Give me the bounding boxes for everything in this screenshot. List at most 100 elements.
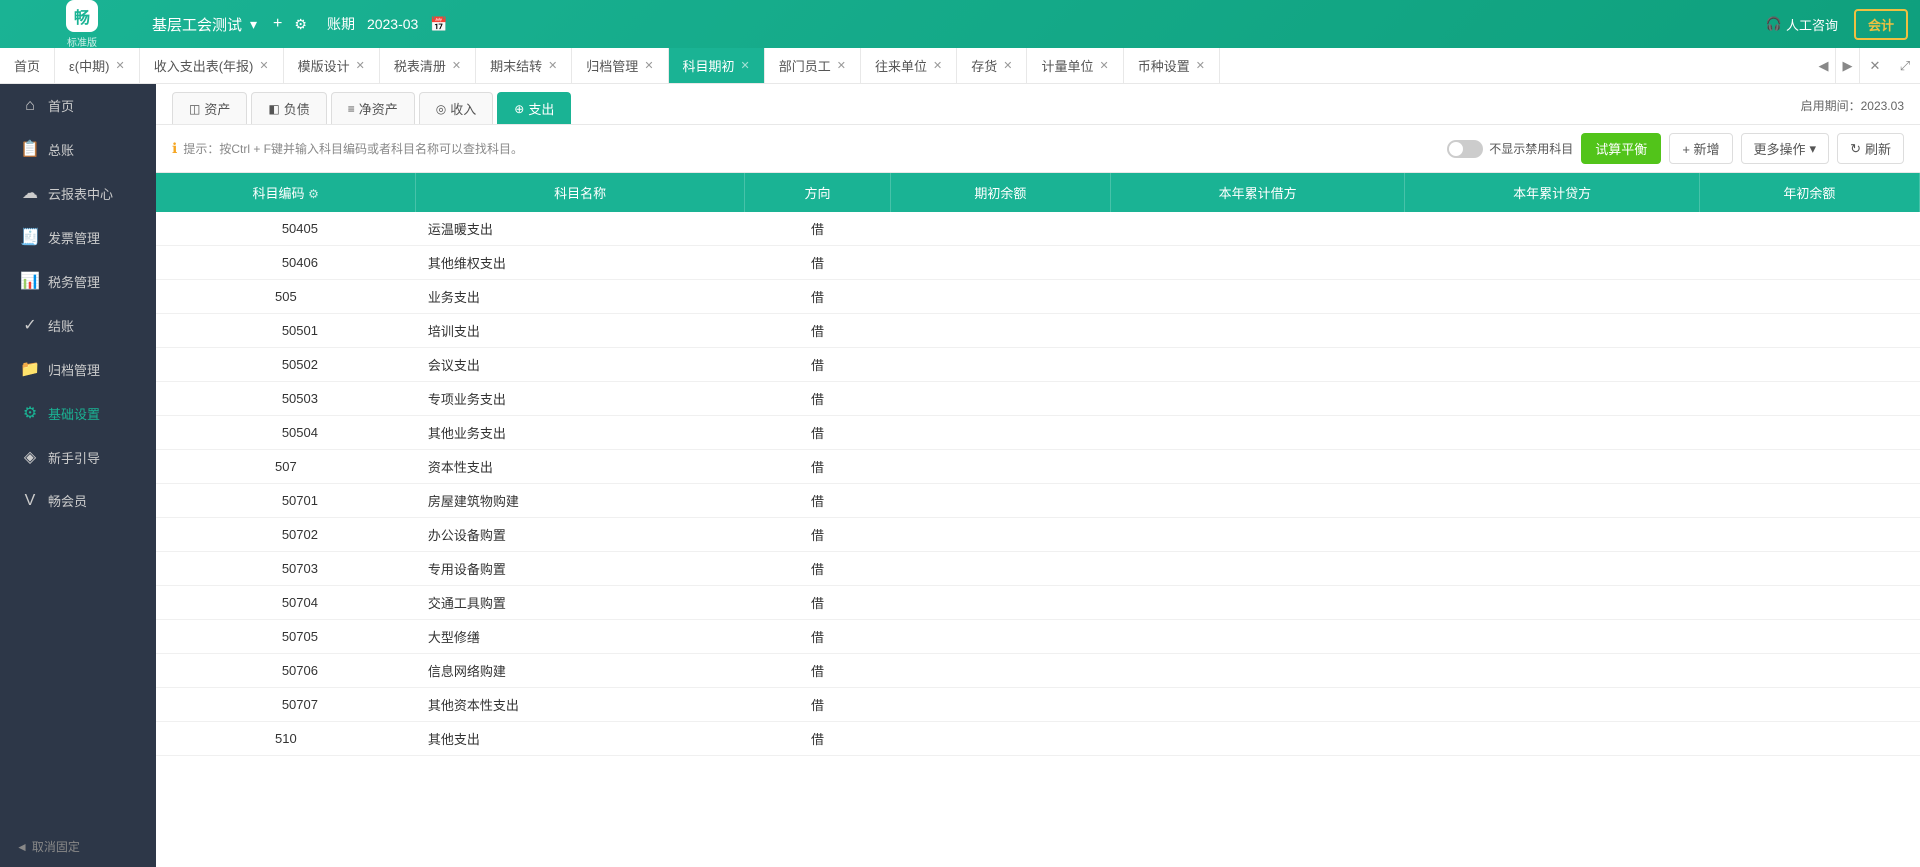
sidebar-label: 畅会员 [48, 491, 87, 510]
tab-expand-button[interactable]: ⤢ [1890, 48, 1920, 83]
add-button[interactable]: + 新增 [1669, 133, 1732, 164]
table-body: 50405 运温暖支出 借 50406 其他维权支出 借 505 业务支出 借 … [156, 212, 1920, 756]
cell-ytd-credit [1405, 484, 1699, 518]
tab-close-icon[interactable]: ✕ [259, 59, 268, 72]
cell-name: 大型修缮 [416, 620, 745, 654]
tab-label: 科目期初 [683, 56, 735, 75]
logo-subtitle: 标准版 [67, 34, 97, 49]
sidebar-item-云报表中心[interactable]: ☁ 云报表中心 [0, 171, 156, 215]
cell-opening-balance [890, 654, 1110, 688]
sidebar-item-归档管理[interactable]: 📁 归档管理 [0, 347, 156, 391]
cell-direction: 借 [745, 314, 891, 348]
tab-close-icon[interactable]: ✕ [933, 59, 942, 72]
table-row[interactable]: 50705 大型修缮 借 [156, 620, 1920, 654]
table-row[interactable]: 50702 办公设备购置 借 [156, 518, 1920, 552]
tab-close-icon[interactable]: ✕ [1196, 59, 1205, 72]
tab-close-all-button[interactable]: ✕ [1860, 48, 1890, 83]
tab-item-6[interactable]: 归档管理✕ [572, 48, 668, 83]
tab-item-5[interactable]: 期末结转✕ [476, 48, 572, 83]
cell-code: 50405 [156, 212, 416, 246]
tab-close-icon[interactable]: ✕ [1099, 59, 1108, 72]
sub-tab-收入[interactable]: ◎ 收入 [419, 92, 494, 124]
collapse-icon: ◄ [16, 840, 28, 854]
table-row[interactable]: 505 业务支出 借 [156, 280, 1920, 314]
sidebar-item-总账[interactable]: 📋 总账 [0, 127, 156, 171]
table-row[interactable]: 50706 信息网络购建 借 [156, 654, 1920, 688]
cell-ytd-credit [1405, 382, 1699, 416]
tab-item-4[interactable]: 税表清册✕ [380, 48, 476, 83]
add-tab-icon[interactable]: + [273, 15, 282, 33]
table-row[interactable]: 510 其他支出 借 [156, 722, 1920, 756]
sidebar-label: 税务管理 [48, 272, 100, 291]
tab-next-button[interactable]: ▶ [1836, 48, 1860, 83]
refresh-button[interactable]: ↻ 刷新 [1837, 133, 1904, 164]
table-row[interactable]: 50701 房屋建筑物购建 借 [156, 484, 1920, 518]
tab-close-icon[interactable]: ✕ [356, 59, 365, 72]
company-dropdown-icon[interactable]: ▾ [250, 16, 257, 33]
sidebar-item-首页[interactable]: ⌂ 首页 [0, 84, 156, 127]
tab-close-icon[interactable]: ✕ [115, 59, 124, 72]
table-row[interactable]: 50704 交通工具购置 借 [156, 586, 1920, 620]
tab-item-1[interactable]: ε(中期)✕ [55, 48, 140, 83]
sub-tab-支出[interactable]: ⊕ 支出 [497, 92, 571, 124]
sidebar-collapse-button[interactable]: ◄ 取消固定 [0, 826, 156, 867]
column-settings-icon[interactable]: ⚙ [308, 187, 319, 201]
table-row[interactable]: 50406 其他维权支出 借 [156, 246, 1920, 280]
more-button[interactable]: 更多操作 ▾ [1741, 133, 1830, 164]
table-row[interactable]: 507 资本性支出 借 [156, 450, 1920, 484]
sub-tab-负债[interactable]: ◧ 负债 [251, 92, 326, 124]
hide-disabled-toggle[interactable] [1447, 140, 1483, 158]
toggle-label: 不显示禁用科目 [1447, 140, 1573, 158]
cell-year-start-balance [1699, 688, 1919, 722]
sub-tab-资产[interactable]: ◫ 资产 [172, 92, 247, 124]
sidebar-item-基础设置[interactable]: ⚙ 基础设置 [0, 391, 156, 435]
tab-close-icon[interactable]: ✕ [644, 59, 653, 72]
sidebar-item-新手引导[interactable]: ◈ 新手引导 [0, 435, 156, 479]
sidebar-item-税务管理[interactable]: 📊 税务管理 [0, 259, 156, 303]
table-row[interactable]: 50504 其他业务支出 借 [156, 416, 1920, 450]
sidebar-item-结账[interactable]: ✓ 结账 [0, 303, 156, 347]
tab-item-11[interactable]: 计量单位✕ [1027, 48, 1123, 83]
calendar-icon[interactable]: 📅 [430, 16, 447, 33]
more-dropdown-icon: ▾ [1810, 141, 1817, 157]
tab-item-7[interactable]: 科目期初 ✕ [669, 48, 765, 83]
sidebar-label: 归档管理 [48, 360, 100, 379]
sidebar-item-畅会员[interactable]: V 畅会员 [0, 479, 156, 522]
tab-item-3[interactable]: 模版设计✕ [284, 48, 380, 83]
cell-name: 培训支出 [416, 314, 745, 348]
tab-prev-button[interactable]: ◀ [1812, 48, 1836, 83]
cell-direction: 借 [745, 280, 891, 314]
tab-item-2[interactable]: 收入支出表(年报)✕ [140, 48, 284, 83]
tab-item-9[interactable]: 往来单位✕ [861, 48, 957, 83]
sidebar-item-发票管理[interactable]: 🧾 发票管理 [0, 215, 156, 259]
account-button[interactable]: 会计 [1854, 9, 1908, 40]
cell-direction: 借 [745, 212, 891, 246]
table-row[interactable]: 50703 专用设备购置 借 [156, 552, 1920, 586]
tab-close-icon[interactable]: ✕ [837, 59, 846, 72]
table-row[interactable]: 50501 培训支出 借 [156, 314, 1920, 348]
cell-direction: 借 [745, 416, 891, 450]
table-row[interactable]: 50707 其他资本性支出 借 [156, 688, 1920, 722]
tab-item-10[interactable]: 存货✕ [957, 48, 1027, 83]
support-button[interactable]: 🎧 人工咨询 [1766, 15, 1838, 34]
tab-item-12[interactable]: 币种设置✕ [1124, 48, 1220, 83]
table-row[interactable]: 50405 运温暖支出 借 [156, 212, 1920, 246]
balance-button[interactable]: 试算平衡 [1581, 133, 1661, 164]
tab-close-icon[interactable]: ✕ [548, 59, 557, 72]
cell-code: 505 [156, 280, 416, 314]
tab-close-icon[interactable]: ✕ [741, 59, 750, 72]
tab-item-0[interactable]: 首页 [0, 48, 55, 83]
sub-tab-净资产[interactable]: ≡ 净资产 [331, 92, 415, 124]
settings-icon[interactable]: ⚙ [294, 16, 307, 33]
cell-opening-balance [890, 586, 1110, 620]
table-header-row: 科目编码 ⚙ 科目名称 方向 期初余额 本年累计借方 本年累计贷方 年初余额 [156, 173, 1920, 212]
table-row[interactable]: 50502 会议支出 借 [156, 348, 1920, 382]
tab-item-8[interactable]: 部门员工✕ [765, 48, 861, 83]
tab-close-icon[interactable]: ✕ [452, 59, 461, 72]
table-row[interactable]: 50503 专项业务支出 借 [156, 382, 1920, 416]
cell-ytd-credit [1405, 450, 1699, 484]
cell-direction: 借 [745, 382, 891, 416]
tab-close-icon[interactable]: ✕ [1003, 59, 1012, 72]
cell-code: 510 [156, 722, 416, 756]
sidebar-items: ⌂ 首页📋 总账☁ 云报表中心🧾 发票管理📊 税务管理✓ 结账📁 归档管理⚙ 基… [0, 84, 156, 522]
